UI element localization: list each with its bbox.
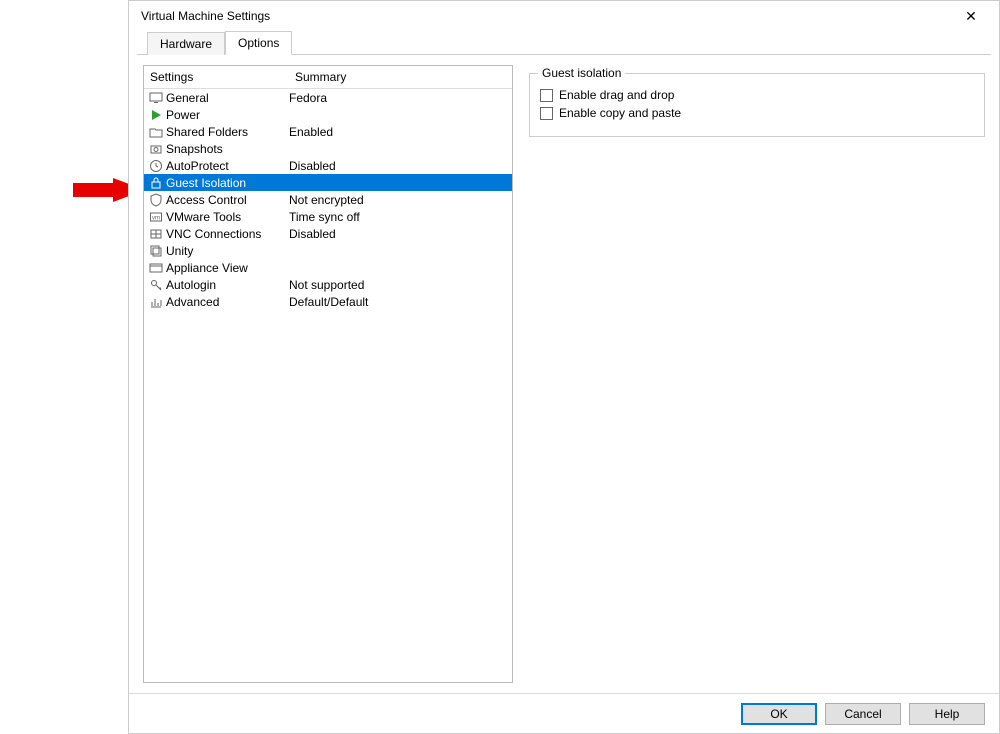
row-label: VNC Connections [166, 227, 289, 241]
settings-row-access-control[interactable]: Access ControlNot encrypted [144, 191, 512, 208]
svg-text:vm: vm [152, 215, 160, 221]
row-summary: Disabled [289, 227, 508, 241]
row-label: Shared Folders [166, 125, 289, 139]
cancel-button[interactable]: Cancel [825, 703, 901, 725]
settings-row-autologin[interactable]: AutologinNot supported [144, 276, 512, 293]
tab-options[interactable]: Options [225, 31, 292, 55]
details-panel: Guest isolation Enable drag and drop Ena… [529, 65, 985, 683]
play-icon [148, 107, 164, 123]
checkbox-icon [540, 89, 553, 102]
row-summary: Not encrypted [289, 193, 508, 207]
row-summary: Disabled [289, 159, 508, 173]
vm-icon: vm [148, 209, 164, 225]
lock-icon [148, 175, 164, 191]
row-label: Access Control [166, 193, 289, 207]
row-summary: Not supported [289, 278, 508, 292]
row-label: Advanced [166, 295, 289, 309]
settings-row-snapshots[interactable]: Snapshots [144, 140, 512, 157]
row-label: Snapshots [166, 142, 289, 156]
settings-row-power[interactable]: Power [144, 106, 512, 123]
dialog-body: Settings Summary GeneralFedoraPowerShare… [129, 55, 999, 693]
enable-copy-paste-checkbox[interactable]: Enable copy and paste [540, 106, 974, 120]
clock-icon [148, 158, 164, 174]
settings-list[interactable]: GeneralFedoraPowerShared FoldersEnabledS… [144, 89, 512, 682]
window-title: Virtual Machine Settings [137, 9, 951, 23]
settings-row-vmware-tools[interactable]: vm VMware ToolsTime sync off [144, 208, 512, 225]
column-summary[interactable]: Summary [289, 66, 512, 88]
settings-row-unity[interactable]: Unity [144, 242, 512, 259]
list-header: Settings Summary [144, 66, 512, 89]
group-title: Guest isolation [538, 66, 625, 80]
row-label: Guest Isolation [166, 176, 289, 190]
row-label: Unity [166, 244, 289, 258]
tab-hardware[interactable]: Hardware [147, 32, 225, 55]
settings-row-shared-folders[interactable]: Shared FoldersEnabled [144, 123, 512, 140]
column-settings[interactable]: Settings [144, 66, 289, 88]
settings-row-appliance-view[interactable]: Appliance View [144, 259, 512, 276]
checkbox-label: Enable copy and paste [559, 106, 681, 120]
settings-row-advanced[interactable]: AdvancedDefault/Default [144, 293, 512, 310]
chart-icon [148, 294, 164, 310]
key-icon [148, 277, 164, 293]
settings-row-vnc-connections[interactable]: VNC ConnectionsDisabled [144, 225, 512, 242]
enable-drag-drop-checkbox[interactable]: Enable drag and drop [540, 88, 974, 102]
row-label: Appliance View [166, 261, 289, 275]
titlebar: Virtual Machine Settings ✕ [129, 1, 999, 31]
row-summary: Fedora [289, 91, 508, 105]
camera-icon [148, 141, 164, 157]
row-summary: Enabled [289, 125, 508, 139]
settings-row-guest-isolation[interactable]: Guest Isolation [144, 174, 512, 191]
checkbox-icon [540, 107, 553, 120]
settings-dialog: Virtual Machine Settings ✕ Hardware Opti… [128, 0, 1000, 734]
screen-icon [148, 260, 164, 276]
row-label: Autologin [166, 278, 289, 292]
settings-row-autoprotect[interactable]: AutoProtectDisabled [144, 157, 512, 174]
settings-list-panel: Settings Summary GeneralFedoraPowerShare… [143, 65, 513, 683]
checkbox-label: Enable drag and drop [559, 88, 674, 102]
folder-icon [148, 124, 164, 140]
dialog-footer: OK Cancel Help [129, 693, 999, 733]
shield-icon [148, 192, 164, 208]
grid-icon [148, 226, 164, 242]
row-summary: Default/Default [289, 295, 508, 309]
row-label: Power [166, 108, 289, 122]
window-icon [148, 243, 164, 259]
row-label: AutoProtect [166, 159, 289, 173]
ok-button[interactable]: OK [741, 703, 817, 725]
row-summary: Time sync off [289, 210, 508, 224]
close-button[interactable]: ✕ [951, 8, 991, 25]
row-label: VMware Tools [166, 210, 289, 224]
guest-isolation-group: Guest isolation Enable drag and drop Ena… [529, 73, 985, 137]
monitor-icon [148, 90, 164, 106]
row-label: General [166, 91, 289, 105]
tab-strip: Hardware Options [137, 31, 991, 55]
help-button[interactable]: Help [909, 703, 985, 725]
settings-row-general[interactable]: GeneralFedora [144, 89, 512, 106]
